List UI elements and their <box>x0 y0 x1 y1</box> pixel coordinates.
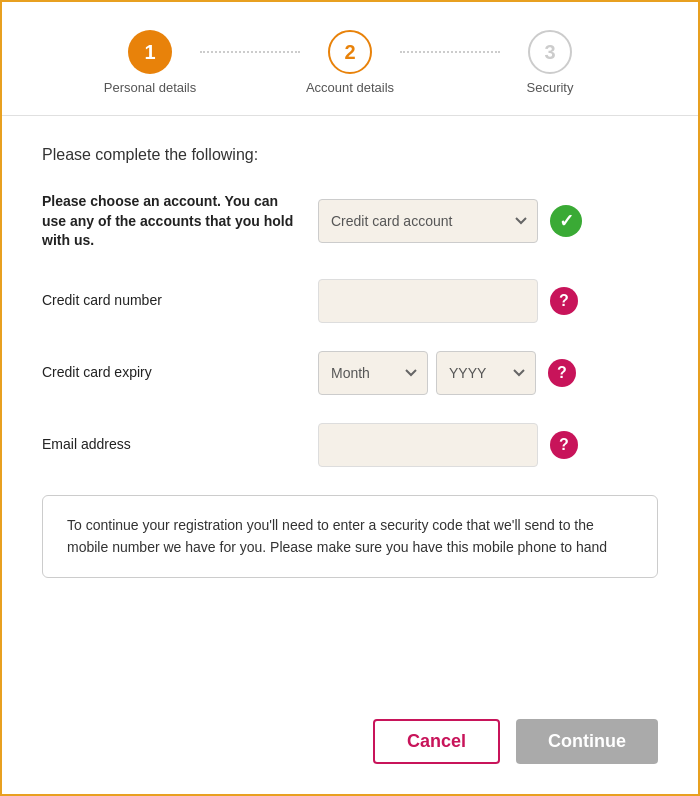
month-select[interactable]: Month January February March April May J… <box>318 351 428 395</box>
step-3-circle: 3 <box>528 30 572 74</box>
year-select[interactable]: YYYY 2024 2025 2026 2027 2028 2029 2030 <box>436 351 536 395</box>
credit-number-input[interactable] <box>318 279 538 323</box>
email-row: Email address <box>42 423 658 467</box>
account-row: Please choose an account. You can use an… <box>42 192 658 251</box>
email-input-area <box>318 423 658 467</box>
email-label: Email address <box>42 435 302 455</box>
credit-number-row: Credit card number <box>42 279 658 323</box>
expiry-group: Month January February March April May J… <box>318 351 536 395</box>
expiry-label: Credit card expiry <box>42 363 302 383</box>
step-1: 1 Personal details <box>100 30 200 95</box>
continue-button[interactable]: Continue <box>516 719 658 764</box>
credit-number-input-area <box>318 279 658 323</box>
expiry-help-icon[interactable] <box>548 359 576 387</box>
step-dots-1 <box>200 51 300 53</box>
step-2: 2 Account details <box>300 30 400 95</box>
section-title: Please complete the following: <box>42 146 658 164</box>
account-select[interactable]: Credit card account <box>318 199 538 243</box>
info-box: To continue your registration you'll nee… <box>42 495 658 578</box>
step-2-label: Account details <box>306 80 394 95</box>
step-3: 3 Security <box>500 30 600 95</box>
step-2-circle: 2 <box>328 30 372 74</box>
cancel-button[interactable]: Cancel <box>373 719 500 764</box>
step-1-label: Personal details <box>104 80 197 95</box>
check-icon <box>550 205 582 237</box>
button-row: Cancel Continue <box>2 709 698 794</box>
account-input-area: Credit card account <box>318 199 658 243</box>
stepper: 1 Personal details 2 Account details 3 S… <box>2 2 698 116</box>
credit-number-label: Credit card number <box>42 291 302 311</box>
step-1-circle: 1 <box>128 30 172 74</box>
email-help-icon[interactable] <box>550 431 578 459</box>
page-container: 1 Personal details 2 Account details 3 S… <box>0 0 700 796</box>
email-input[interactable] <box>318 423 538 467</box>
main-content: Please complete the following: Please ch… <box>2 116 698 709</box>
credit-number-help-icon[interactable] <box>550 287 578 315</box>
step-dots-2 <box>400 51 500 53</box>
info-text: To continue your registration you'll nee… <box>67 517 607 555</box>
expiry-input-area: Month January February March April May J… <box>318 351 658 395</box>
account-label: Please choose an account. You can use an… <box>42 192 302 251</box>
expiry-row: Credit card expiry Month January Februar… <box>42 351 658 395</box>
step-3-label: Security <box>527 80 574 95</box>
